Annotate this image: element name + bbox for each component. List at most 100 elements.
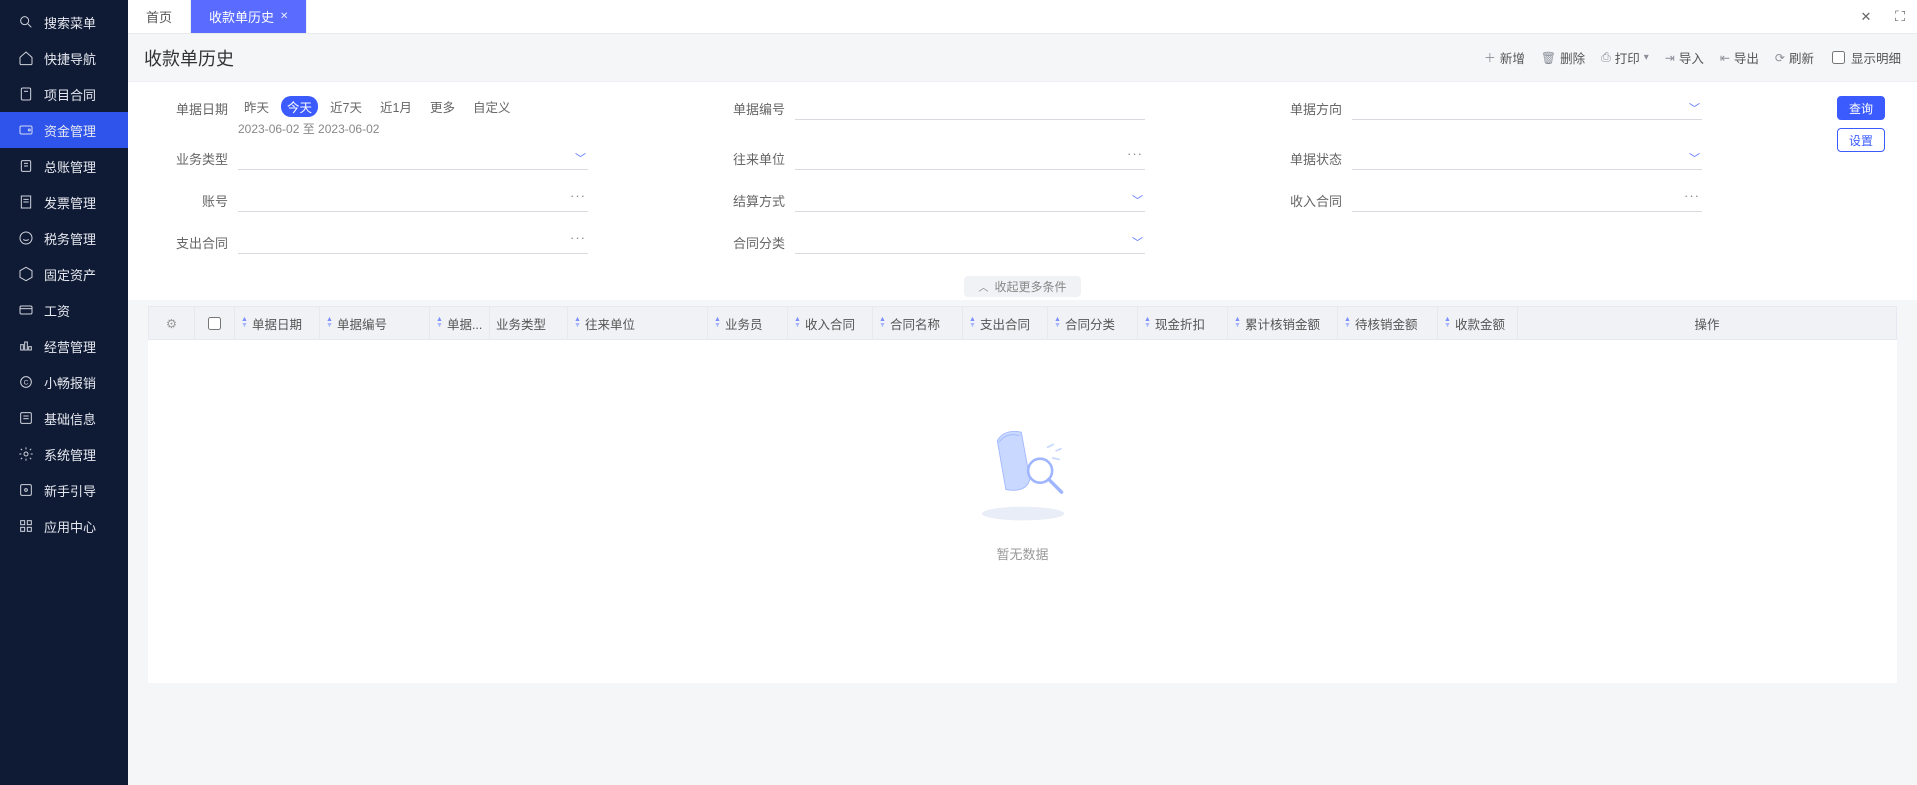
date-tab-today[interactable]: 今天 — [281, 96, 318, 117]
sort-icon: ▲▼ — [1054, 317, 1061, 329]
close-icon[interactable]: ✕ — [280, 11, 288, 22]
sidebar-item-funds[interactable]: 资金管理 — [0, 112, 128, 148]
sidebar-item-apps[interactable]: 应用中心 — [0, 508, 128, 544]
chevron-down-icon[interactable]: ﹀ — [1132, 234, 1143, 250]
sidebar-item-basic-info[interactable]: 基础信息 — [0, 400, 128, 436]
sidebar-item-system[interactable]: 系统管理 — [0, 436, 128, 472]
ellipsis-icon[interactable]: ··· — [1684, 188, 1700, 203]
empty-state: 暂无数据 — [148, 340, 1897, 683]
ellipsis-icon[interactable]: ··· — [570, 188, 586, 203]
ellipsis-icon[interactable]: ··· — [1127, 146, 1143, 161]
sidebar-item-search[interactable]: 搜索菜单 — [0, 4, 128, 40]
biztype-select[interactable] — [238, 146, 588, 170]
export-button[interactable]: ⇤导出 — [1720, 48, 1759, 67]
th-amount[interactable]: ▲▼收款金额 — [1438, 307, 1518, 339]
tab-close-button[interactable]: ✕ — [1849, 0, 1883, 33]
settle-select[interactable] — [795, 188, 1145, 212]
status-select[interactable] — [1352, 146, 1702, 170]
sidebar-item-tax[interactable]: 税务管理 — [0, 220, 128, 256]
sidebar-item-guide[interactable]: 新手引导 — [0, 472, 128, 508]
chevron-down-icon[interactable]: ﹀ — [1689, 150, 1700, 166]
list-icon — [18, 410, 34, 426]
th-cash-disc[interactable]: ▲▼现金折扣 — [1138, 307, 1228, 339]
th-contract-cat[interactable]: ▲▼合同分类 — [1048, 307, 1138, 339]
compass-icon — [18, 482, 34, 498]
sidebar-item-label: 新手引导 — [44, 481, 96, 500]
account-input[interactable] — [238, 188, 588, 212]
page-title: 收款单历史 — [144, 45, 234, 71]
print-button[interactable]: ⎙打印▾ — [1601, 48, 1649, 67]
sidebar-item-label: 系统管理 — [44, 445, 96, 464]
table-settings-icon[interactable]: ⚙ — [149, 307, 195, 339]
sidebar-item-salary[interactable]: 工资 — [0, 292, 128, 328]
sort-icon: ▲▼ — [1444, 317, 1451, 329]
sidebar-item-quick-nav[interactable]: 快捷导航 — [0, 40, 128, 76]
table-header: ⚙ ▲▼单据日期 ▲▼单据编号 ▲▼单据... 业务类型 ▲▼往来单位 ▲▼业务… — [148, 306, 1897, 340]
filter-label-in-contract: 收入合同 — [1262, 188, 1352, 210]
chevron-down-icon[interactable]: ﹀ — [1132, 192, 1143, 208]
date-tab-yesterday[interactable]: 昨天 — [238, 96, 275, 117]
sidebar-item-label: 经营管理 — [44, 337, 96, 356]
collapse-filters-bar[interactable]: ︿收起更多条件 — [128, 272, 1917, 300]
filter-label-docno: 单据编号 — [705, 96, 795, 118]
chevron-down-icon[interactable]: ﹀ — [575, 150, 586, 166]
th-partner[interactable]: ▲▼往来单位 — [568, 307, 708, 339]
filter-label-direction: 单据方向 — [1262, 96, 1352, 118]
date-tab-custom[interactable]: 自定义 — [467, 96, 517, 117]
date-tab-more[interactable]: 更多 — [424, 96, 461, 117]
filter-panel: 单据日期 昨天 今天 近7天 近1月 更多 自定义 2023-06-02 至 2… — [128, 82, 1917, 272]
chevron-down-icon[interactable]: ﹀ — [1689, 100, 1700, 116]
trash-icon: 🗑 — [1541, 51, 1556, 65]
th-date[interactable]: ▲▼单据日期 — [235, 307, 320, 339]
th-no[interactable]: ▲▼单据编号 — [320, 307, 430, 339]
print-icon: ⎙ — [1601, 50, 1611, 65]
sidebar-item-project-contract[interactable]: 项目合同 — [0, 76, 128, 112]
main: 首页 收款单历史✕ ✕ ⛶ 收款单历史 ＋新增 🗑删除 ⎙打印▾ ⇥导入 ⇤导出… — [128, 0, 1917, 785]
refresh-button[interactable]: ⟳刷新 — [1775, 48, 1814, 67]
sidebar-item-expense[interactable]: C 小畅报销 — [0, 364, 128, 400]
out-contract-input[interactable] — [238, 230, 588, 254]
sidebar-item-label: 搜索菜单 — [44, 13, 96, 32]
sidebar-item-label: 资金管理 — [44, 121, 96, 140]
delete-button[interactable]: 🗑删除 — [1541, 48, 1585, 67]
contract-cat-select[interactable] — [795, 230, 1145, 254]
sidebar-item-operations[interactable]: 经营管理 — [0, 328, 128, 364]
fullscreen-icon[interactable]: ⛶ — [1883, 0, 1917, 33]
date-quick-tabs: 昨天 今天 近7天 近1月 更多 自定义 — [238, 96, 588, 117]
th-sum-written[interactable]: ▲▼累计核销金额 — [1228, 307, 1338, 339]
coin-icon: C — [18, 374, 34, 390]
gear-icon — [18, 446, 34, 462]
th-in-contract[interactable]: ▲▼收入合同 — [788, 307, 873, 339]
sidebar-item-fixed-assets[interactable]: 固定资产 — [0, 256, 128, 292]
in-contract-input[interactable] — [1352, 188, 1702, 212]
book-icon — [18, 158, 34, 174]
add-button[interactable]: ＋新增 — [1484, 48, 1525, 67]
empty-illustration-icon — [963, 420, 1083, 530]
th-src[interactable]: ▲▼单据... — [430, 307, 490, 339]
tab-receipt-history[interactable]: 收款单历史✕ — [191, 0, 307, 33]
sidebar-item-invoice[interactable]: 发票管理 — [0, 184, 128, 220]
sidebar-item-ledger[interactable]: 总账管理 — [0, 148, 128, 184]
th-contract-name[interactable]: ▲▼合同名称 — [873, 307, 963, 339]
ellipsis-icon[interactable]: ··· — [570, 230, 586, 245]
settings-button[interactable]: 设置 — [1837, 128, 1885, 152]
date-tab-1m[interactable]: 近1月 — [374, 96, 418, 117]
th-operator[interactable]: ▲▼业务员 — [708, 307, 788, 339]
sort-icon: ▲▼ — [714, 317, 721, 329]
export-icon: ⇤ — [1720, 51, 1730, 65]
sidebar-item-label: 工资 — [44, 301, 70, 320]
show-detail-checkbox[interactable]: 显示明细 — [1832, 48, 1901, 67]
docno-input[interactable] — [795, 96, 1145, 120]
th-out-contract[interactable]: ▲▼支出合同 — [963, 307, 1048, 339]
search-button[interactable]: 查询 — [1837, 96, 1885, 120]
import-button[interactable]: ⇥导入 — [1665, 48, 1704, 67]
date-tab-7d[interactable]: 近7天 — [324, 96, 368, 117]
sort-icon: ▲▼ — [574, 317, 581, 329]
th-biz[interactable]: 业务类型 — [490, 307, 568, 339]
partner-input[interactable] — [795, 146, 1145, 170]
direction-select[interactable] — [1352, 96, 1702, 120]
th-pending[interactable]: ▲▼待核销金额 — [1338, 307, 1438, 339]
sidebar-item-label: 税务管理 — [44, 229, 96, 248]
select-all-checkbox[interactable] — [195, 307, 235, 339]
tab-home[interactable]: 首页 — [128, 0, 191, 33]
